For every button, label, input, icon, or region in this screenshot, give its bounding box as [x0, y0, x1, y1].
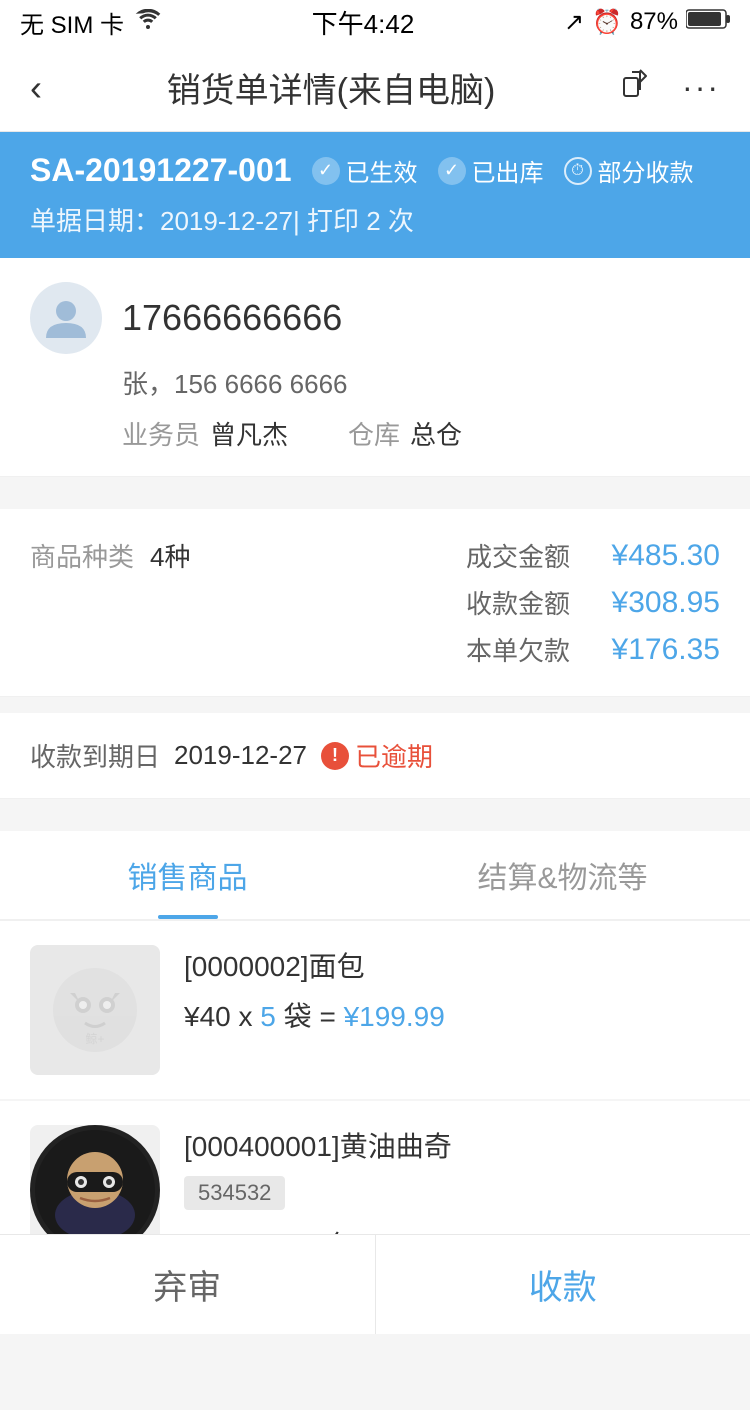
- product-sku-2: 534532: [184, 1176, 285, 1210]
- debt-amount-row: 本单欠款 ¥176.35: [466, 631, 720, 668]
- debt-label: 本单欠款: [466, 631, 570, 668]
- customer-section: 17666666666 张，156 6666 6666 业务员 曾凡杰 仓库 总…: [0, 258, 750, 477]
- salesperson-value: 曾凡杰: [210, 415, 288, 452]
- warehouse-label: 仓库: [348, 415, 400, 452]
- nav-right-icons: ···: [620, 68, 720, 107]
- status-effected: ✓ 已生效: [312, 153, 418, 188]
- order-header: SA-20191227-001 ✓ 已生效 ✓ 已出库 ⏱ 部分收款 单据日期：…: [0, 132, 750, 258]
- product-info-1: [0000002]面包 ¥40 x 5 袋 = ¥199.99: [184, 945, 720, 1035]
- product-image-1: 鲸+: [30, 945, 160, 1075]
- bottom-bar: 弃审 收款: [0, 1234, 750, 1334]
- debt-value: ¥176.35: [590, 633, 720, 667]
- warehouse-value: 总仓: [410, 415, 462, 452]
- cancel-button[interactable]: 弃审: [0, 1235, 376, 1334]
- gap1: [0, 477, 750, 493]
- product-name-2: [000400001]黄油曲奇: [184, 1125, 720, 1165]
- battery-text: 87%: [630, 8, 678, 36]
- alarm-icon: ⏰: [592, 8, 622, 37]
- clock-icon: ⏱: [564, 157, 592, 185]
- warehouse-item: 仓库 总仓: [348, 415, 462, 452]
- salesperson-label: 业务员: [122, 415, 200, 452]
- page-title: 销货单详情(来自电脑): [167, 63, 496, 112]
- status-time: 下午4:42: [312, 4, 415, 41]
- wifi-icon: [134, 8, 162, 36]
- status-right: ↗ ⏰ 87%: [564, 8, 730, 37]
- status-left: 无 SIM 卡: [20, 5, 162, 40]
- overdue-icon: !: [321, 742, 349, 770]
- overdue-badge: ! 已逾期: [321, 737, 433, 774]
- status-bar: 无 SIM 卡 下午4:42 ↗ ⏰ 87%: [0, 0, 750, 44]
- receipt-value: ¥308.95: [590, 586, 720, 620]
- deal-label: 成交金额: [466, 537, 570, 574]
- more-icon[interactable]: ···: [682, 69, 720, 106]
- due-date-value: 2019-12-27: [174, 740, 307, 771]
- receipt-amount-row: 收款金额 ¥308.95: [466, 584, 720, 621]
- status-shipped: ✓ 已出库: [438, 153, 544, 188]
- tab-products[interactable]: 销售商品: [0, 831, 375, 919]
- svg-text:鲸+: 鲸+: [85, 1031, 104, 1046]
- summary-right: 成交金额 ¥485.30 收款金额 ¥308.95 本单欠款 ¥176.35: [466, 537, 720, 668]
- overdue-text: 已逾期: [355, 737, 433, 774]
- tabs-row: 销售商品 结算&物流等: [0, 831, 750, 919]
- due-date-section: 收款到期日 2019-12-27 ! 已逾期: [0, 713, 750, 799]
- nav-bar: ‹ 销货单详情(来自电脑) ···: [0, 44, 750, 132]
- summary-left: 商品种类 4种: [30, 537, 190, 574]
- product-list: 鲸+ [0000002]面包 ¥40 x 5 袋 = ¥199.99: [0, 921, 750, 1288]
- deal-amount-row: 成交金额 ¥485.30: [466, 537, 720, 574]
- share-icon[interactable]: [620, 68, 652, 107]
- tabs-section: 销售商品 结算&物流等: [0, 831, 750, 921]
- check-icon-1: ✓: [312, 157, 340, 185]
- customer-id: 17666666666: [122, 297, 342, 339]
- receipt-label: 收款金额: [466, 584, 570, 621]
- customer-row: 17666666666: [30, 282, 720, 354]
- gap3: [0, 799, 750, 815]
- deal-value: ¥485.30: [590, 539, 720, 573]
- product-qty-1: 5: [260, 1001, 276, 1032]
- order-number: SA-20191227-001: [30, 152, 292, 189]
- tab-active-indicator: [158, 915, 218, 919]
- product-image-placeholder-1: 鲸+: [30, 945, 160, 1075]
- status-partial-payment: ⏱ 部分收款: [564, 153, 694, 188]
- product-price-1: ¥40 x 5 袋 = ¥199.99: [184, 995, 720, 1035]
- tab-settlement[interactable]: 结算&物流等: [375, 831, 750, 919]
- product-total-1: ¥199.99: [344, 1001, 445, 1032]
- order-status-row: SA-20191227-001 ✓ 已生效 ✓ 已出库 ⏱ 部分收款: [30, 152, 720, 189]
- type-label: 商品种类: [30, 537, 134, 574]
- gap2: [0, 697, 750, 713]
- check-icon-2: ✓: [438, 157, 466, 185]
- due-label: 收款到期日: [30, 737, 160, 774]
- salesperson-item: 业务员 曾凡杰: [122, 415, 288, 452]
- product-item-1: 鲸+ [0000002]面包 ¥40 x 5 袋 = ¥199.99: [0, 921, 750, 1099]
- summary-section: 商品种类 4种 成交金额 ¥485.30 收款金额 ¥308.95 本单欠款 ¥…: [0, 509, 750, 697]
- type-value: 4种: [150, 537, 190, 574]
- summary-inner: 商品种类 4种 成交金额 ¥485.30 收款金额 ¥308.95 本单欠款 ¥…: [30, 537, 720, 668]
- location-icon: ↗: [564, 8, 584, 37]
- product-name-1: [0000002]面包: [184, 945, 720, 985]
- avatar: [30, 282, 102, 354]
- customer-name: 张，156 6666 6666: [30, 364, 720, 401]
- order-date-row: 单据日期：2019-12-27| 打印 2 次: [30, 201, 720, 238]
- confirm-button[interactable]: 收款: [376, 1235, 750, 1334]
- battery-icon: [686, 8, 730, 37]
- customer-meta: 业务员 曾凡杰 仓库 总仓: [30, 415, 720, 452]
- carrier-text: 无 SIM 卡: [20, 5, 124, 40]
- back-button[interactable]: ‹: [30, 67, 42, 109]
